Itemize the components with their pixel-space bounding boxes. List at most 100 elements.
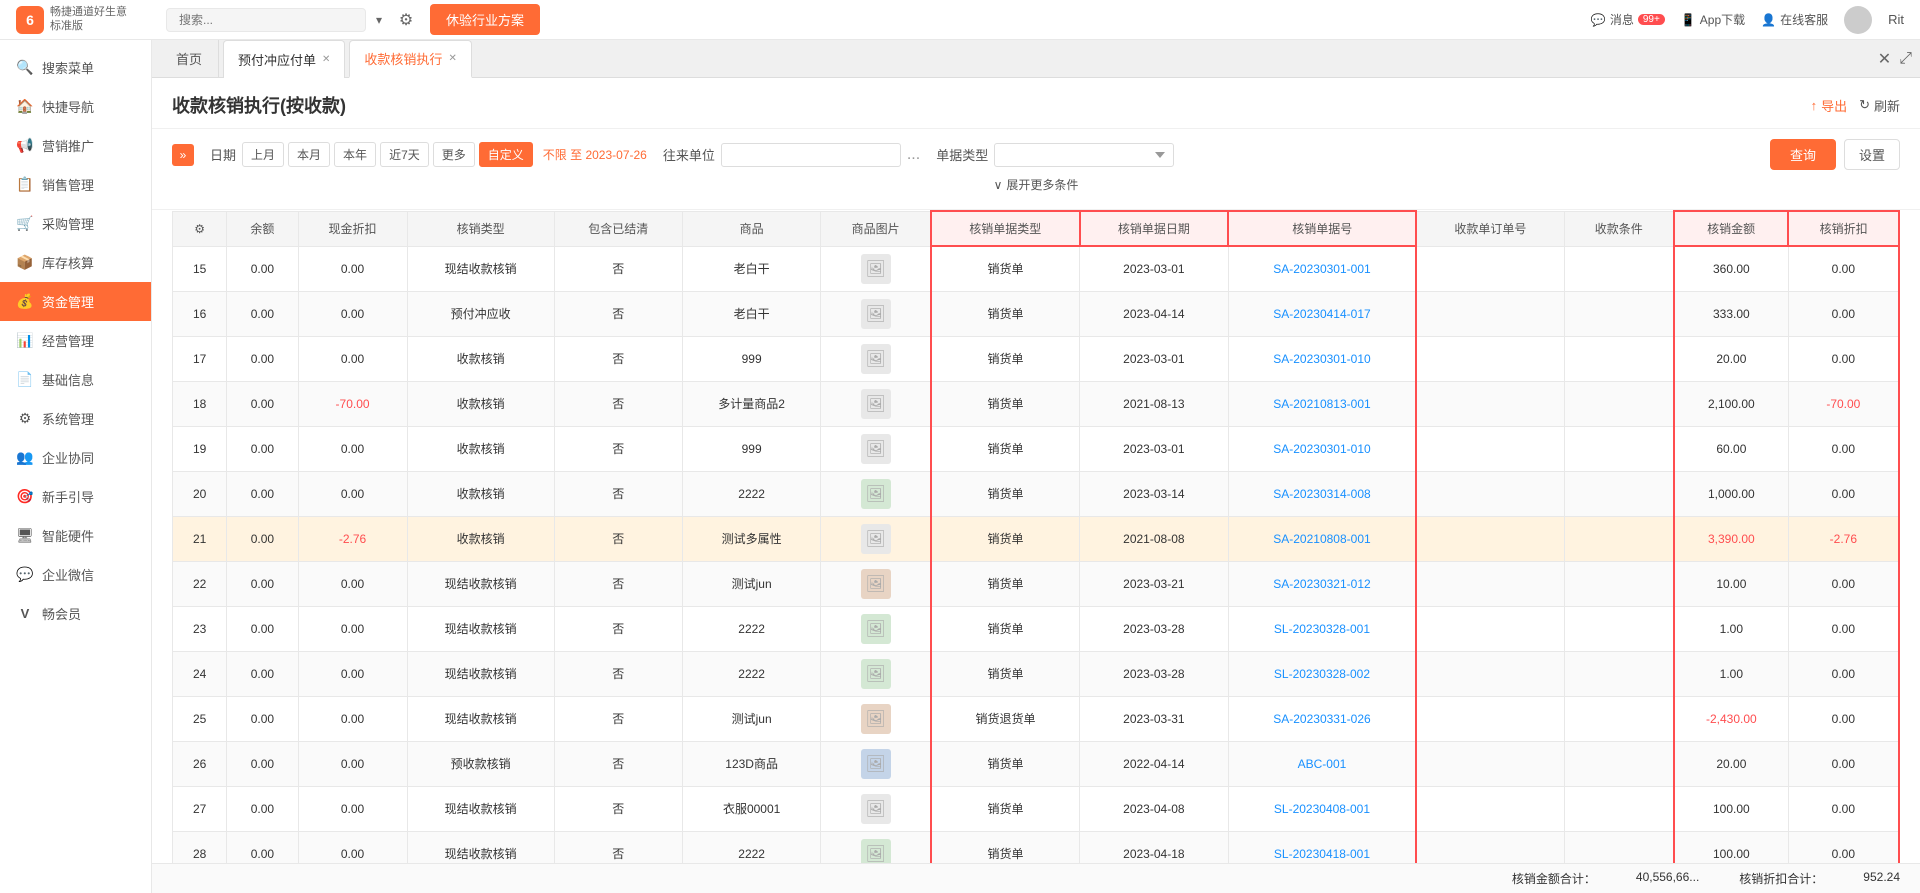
cell-balance: 0.00	[227, 831, 298, 863]
filter-collapse-btn[interactable]: »	[172, 144, 194, 166]
expand-more-btn[interactable]: ∨ 展开更多条件	[172, 170, 1900, 199]
sidebar-item-purchase[interactable]: 🛒 采购管理	[0, 204, 151, 243]
refresh-btn[interactable]: ↻ 刷新	[1859, 96, 1900, 115]
sidebar-item-nav[interactable]: 🏠 快捷导航	[0, 87, 151, 126]
th-amount: 核销金额	[1674, 211, 1788, 246]
tab-writeoff[interactable]: 收款核销执行 ✕	[349, 40, 471, 78]
date-btn-this-month[interactable]: 本月	[288, 142, 330, 167]
date-btn-more[interactable]: 更多	[433, 142, 475, 167]
cell-balance: 0.00	[227, 606, 298, 651]
industry-btn[interactable]: 休验行业方案	[430, 4, 540, 35]
user-name: Rit	[1888, 12, 1904, 27]
sidebar-item-system[interactable]: ⚙ 系统管理	[0, 399, 151, 438]
th-writeoff-type: 核销类型	[407, 211, 554, 246]
doc-no-link[interactable]: SA-20230314-008	[1273, 487, 1370, 501]
doc-no-link[interactable]: SA-20230301-010	[1273, 442, 1370, 456]
tab-writeoff-close[interactable]: ✕	[448, 53, 456, 64]
cell-order-no	[1416, 741, 1564, 786]
product-thumbnail: 🖼	[861, 839, 891, 864]
doc-no-link[interactable]: SA-20210813-001	[1273, 397, 1370, 411]
doc-no-link[interactable]: SL-20230328-001	[1274, 622, 1370, 636]
cell-cash-discount: 0.00	[298, 831, 407, 863]
cell-doc-date: 2023-03-31	[1080, 696, 1229, 741]
notification-item[interactable]: 💬 消息 99+	[1591, 11, 1665, 28]
product-thumbnail: 🖼	[861, 524, 891, 554]
sidebar-item-marketing[interactable]: 📢 营销推广	[0, 126, 151, 165]
date-btn-custom[interactable]: 自定义	[479, 142, 533, 167]
th-gear[interactable]: ⚙	[173, 211, 227, 246]
table-row: 25 0.00 0.00 现结收款核销 否 测试jun 🖼 销货退货单 2023…	[173, 696, 1900, 741]
sidebar-item-sales[interactable]: 📋 销售管理	[0, 165, 151, 204]
cell-payment-condition	[1564, 696, 1674, 741]
app-download-item[interactable]: 📱 App下载	[1681, 11, 1745, 28]
doc-no-link[interactable]: SA-20230414-017	[1273, 307, 1370, 321]
cell-amount: 100.00	[1674, 831, 1788, 863]
cell-balance: 0.00	[227, 651, 298, 696]
date-label: 日期	[210, 145, 236, 164]
tab-prepay-close[interactable]: ✕	[322, 54, 330, 65]
tab-expand-btn[interactable]: ⤢	[1899, 50, 1912, 68]
sidebar-item-member[interactable]: V 畅会员	[0, 594, 151, 633]
cell-goods: 999	[682, 336, 821, 381]
cell-order-no	[1416, 336, 1564, 381]
doc-no-link[interactable]: SA-20230331-026	[1273, 712, 1370, 726]
cell-balance: 0.00	[227, 381, 298, 426]
product-thumbnail: 🖼	[861, 344, 891, 374]
table-wrapper: ⚙ 余额 现金折扣 核销类型 包含已结清 商品 商品图片 核销单据类型 核销单据…	[152, 210, 1920, 863]
date-btn-7days[interactable]: 近7天	[380, 142, 429, 167]
doc-no-link[interactable]: SA-20230321-012	[1273, 577, 1370, 591]
doctype-select[interactable]: 销货单 销货退货单	[994, 143, 1174, 167]
sidebar-item-finance[interactable]: 💰 资金管理	[0, 282, 151, 321]
cell-balance: 0.00	[227, 246, 298, 291]
cell-goods-img: 🖼	[821, 741, 931, 786]
top-bar: 6 畅捷通道好生意 标准版 ▾ ⚙ 休验行业方案 💬 消息 99+ 📱 App下…	[0, 0, 1920, 40]
gear-icon[interactable]: ⚙	[392, 6, 420, 34]
tab-prepay[interactable]: 预付冲应付单 ✕	[223, 40, 345, 78]
doc-no-link[interactable]: ABC-001	[1298, 757, 1347, 771]
sidebar-item-wechat[interactable]: 💬 企业微信	[0, 555, 151, 594]
product-thumbnail: 🖼	[861, 659, 891, 689]
cell-balance: 0.00	[227, 786, 298, 831]
date-btn-this-year[interactable]: 本年	[334, 142, 376, 167]
sidebar-item-search[interactable]: 🔍 搜索菜单	[0, 48, 151, 87]
dropdown-arrow[interactable]: ▾	[376, 13, 382, 27]
cell-doc-date: 2023-03-28	[1080, 606, 1229, 651]
cell-writeoff-type: 现结收款核销	[407, 561, 554, 606]
cell-goods-img: 🖼	[821, 246, 931, 291]
doc-no-link[interactable]: SA-20230301-001	[1273, 262, 1370, 276]
sidebar-item-guide[interactable]: 🎯 新手引导	[0, 477, 151, 516]
doc-no-link[interactable]: SA-20210808-001	[1273, 532, 1370, 546]
cell-writeoff-type: 预收款核销	[407, 741, 554, 786]
company-input[interactable]	[721, 143, 901, 167]
doc-no-link[interactable]: SL-20230328-002	[1274, 667, 1370, 681]
top-search-input[interactable]	[166, 8, 366, 32]
cell-doc-date: 2021-08-13	[1080, 381, 1229, 426]
online-service-item[interactable]: 👤 在线客服	[1761, 11, 1828, 28]
sidebar-item-inventory[interactable]: 📦 库存核算	[0, 243, 151, 282]
table-row: 18 0.00 -70.00 收款核销 否 多计量商品2 🖼 销货单 2021-…	[173, 381, 1900, 426]
doc-no-link[interactable]: SA-20230301-010	[1273, 352, 1370, 366]
user-avatar[interactable]	[1844, 6, 1872, 34]
doc-no-link[interactable]: SL-20230418-001	[1274, 847, 1370, 861]
cell-order-no	[1416, 471, 1564, 516]
sidebar-item-hardware[interactable]: 🖥 智能硬件	[0, 516, 151, 555]
sidebar-label-search: 搜索菜单	[42, 58, 94, 77]
export-btn[interactable]: ↑ 导出	[1811, 96, 1848, 115]
sidebar-item-basic-info[interactable]: 📄 基础信息	[0, 360, 151, 399]
tab-home[interactable]: 首页	[160, 40, 219, 78]
date-range-display: 不限 至 2023-07-26	[543, 146, 647, 163]
date-btn-last-month[interactable]: 上月	[242, 142, 284, 167]
doc-no-link[interactable]: SL-20230408-001	[1274, 802, 1370, 816]
cell-order-no	[1416, 786, 1564, 831]
sidebar-item-enterprise[interactable]: 👥 企业协同	[0, 438, 151, 477]
notification-badge: 99+	[1638, 14, 1665, 25]
table-row: 28 0.00 0.00 现结收款核销 否 2222 🖼 销货单 2023-04…	[173, 831, 1900, 863]
settings-btn[interactable]: 设置	[1844, 139, 1900, 170]
cell-cash-discount: 0.00	[298, 336, 407, 381]
sidebar-item-operations[interactable]: 📊 经营管理	[0, 321, 151, 360]
tab-close-all-btn[interactable]: ✕	[1878, 49, 1891, 69]
cell-amount: -2,430.00	[1674, 696, 1788, 741]
export-label: 导出	[1821, 96, 1847, 115]
query-btn[interactable]: 查询	[1770, 139, 1836, 170]
company-dots[interactable]: ...	[907, 146, 920, 164]
